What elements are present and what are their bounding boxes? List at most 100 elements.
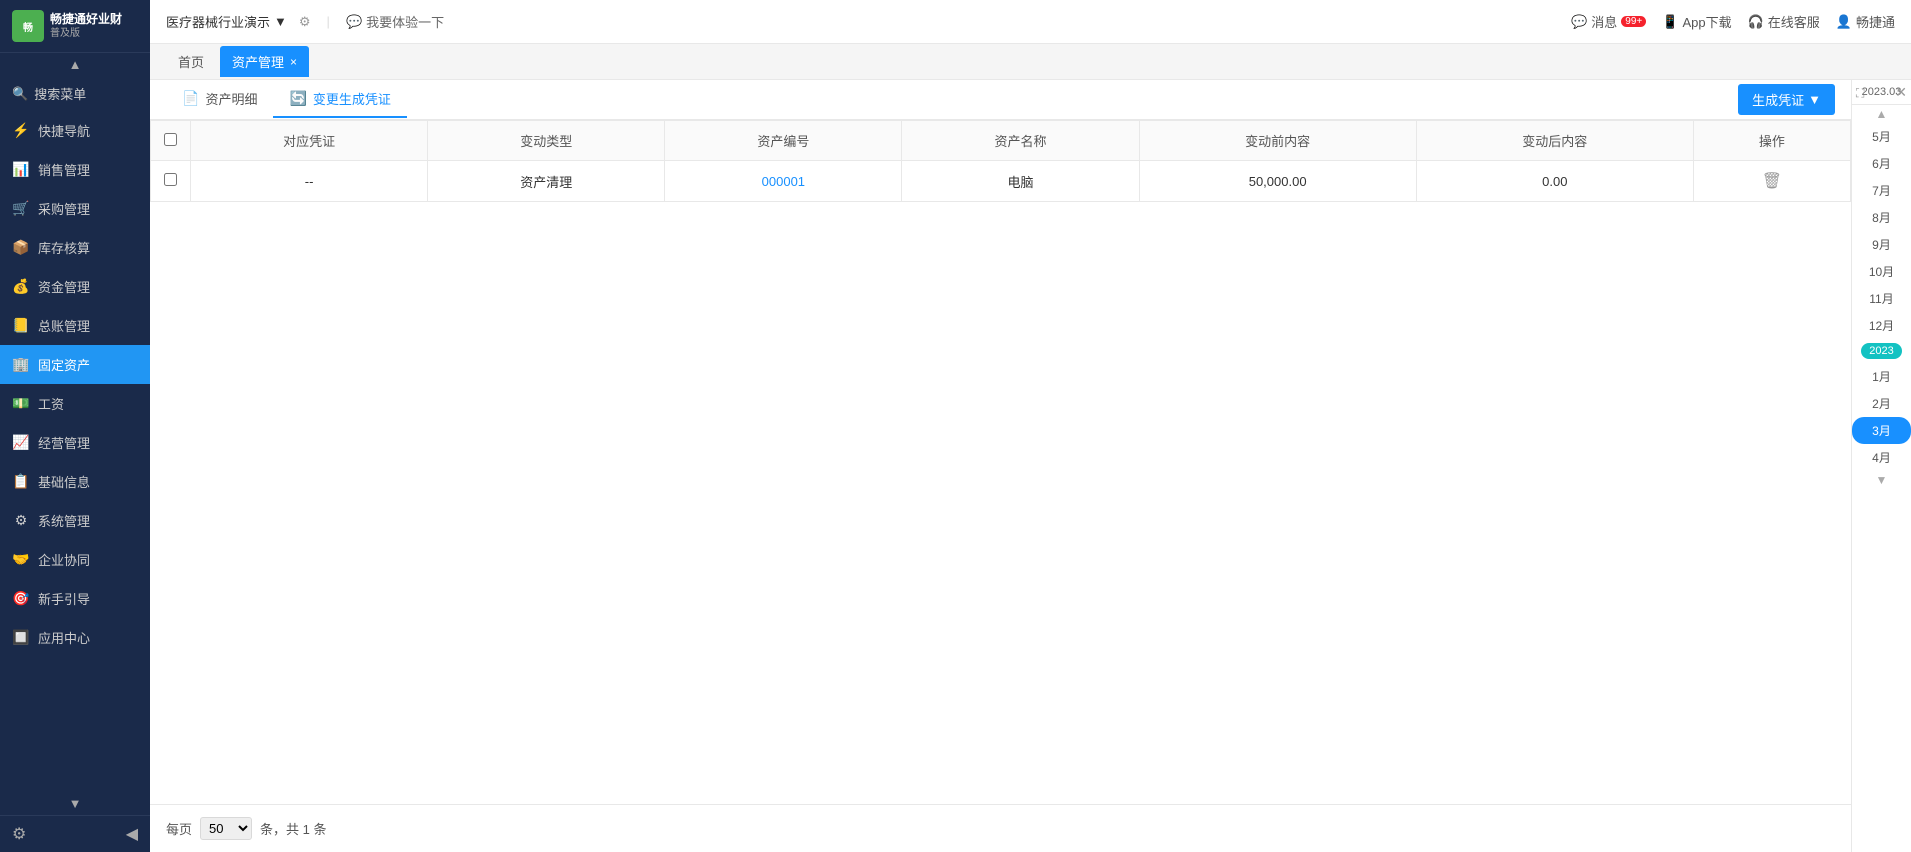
company-name: 医疗器械行业演示 [166, 12, 270, 31]
subtab-generate-voucher-label: 变更生成凭证 [313, 89, 391, 108]
month-5[interactable]: 5月 [1852, 123, 1911, 150]
col-voucher: 对应凭证 [191, 121, 428, 161]
sales-icon: 📊 [12, 161, 30, 179]
table-container: 对应凭证 变动类型 资产编号 资产名称 变动前内容 变动后内容 操作 [150, 120, 1851, 804]
table-header-checkbox [151, 121, 191, 161]
month-8[interactable]: 8月 [1852, 204, 1911, 231]
month-11[interactable]: 11月 [1852, 285, 1911, 312]
sidebar-item-system[interactable]: ⚙ 系统管理 [0, 501, 150, 540]
generate-voucher-icon: 🔄 [289, 90, 306, 107]
ledger-icon: 📒 [12, 317, 30, 335]
month-4[interactable]: 4月 [1852, 444, 1911, 471]
feedback-icon: 💬 [346, 14, 362, 30]
messages-btn[interactable]: 💬 消息 99+ [1571, 12, 1646, 31]
divider: | [327, 14, 330, 29]
quick-nav-icon: ⚡ [12, 122, 30, 140]
select-all-checkbox[interactable] [164, 133, 177, 146]
cell-asset-name: 电脑 [902, 161, 1139, 202]
delete-button[interactable]: 🗑 [1762, 171, 1782, 191]
search-icon: 🔍 [12, 86, 28, 102]
col-action: 操作 [1693, 121, 1850, 161]
user-label: 畅捷通 [1856, 12, 1895, 31]
sidebar-item-label: 应用中心 [38, 628, 90, 647]
asset-detail-icon: 📄 [182, 90, 199, 107]
month-12[interactable]: 12月 [1852, 312, 1911, 339]
sidebar-search[interactable]: 🔍 搜索菜单 [0, 76, 150, 111]
feedback-btn[interactable]: 💬 我要体验一下 [346, 12, 444, 31]
month-6[interactable]: 6月 [1852, 150, 1911, 177]
month-9[interactable]: 9月 [1852, 231, 1911, 258]
per-page-label: 每页 [166, 819, 192, 838]
month-1[interactable]: 1月 [1852, 363, 1911, 390]
fund-icon: 💰 [12, 278, 30, 296]
cell-asset-code: 000001 [665, 161, 902, 202]
dropdown-icon: ▼ [1808, 92, 1821, 107]
main-area: 医疗器械行业演示 ▼ ⚙ | 💬 我要体验一下 💬 消息 99+ 📱 App下载… [150, 0, 1911, 852]
company-selector[interactable]: 医疗器械行业演示 ▼ [166, 12, 287, 31]
tab-asset-management[interactable]: 资产管理 × [220, 46, 309, 77]
sidebar-item-inventory[interactable]: 📦 库存核算 [0, 228, 150, 267]
online-service-btn[interactable]: 🎧 在线客服 [1748, 12, 1820, 31]
table-row: -- 资产清理 000001 电脑 50,000.00 0.00 🗑 [151, 161, 1851, 202]
sidebar-item-fixed-assets[interactable]: 🏢 固定资产 [0, 345, 150, 384]
generate-voucher-button[interactable]: 生成凭证 ▼ [1738, 84, 1835, 115]
month-7[interactable]: 7月 [1852, 177, 1911, 204]
expand-icon[interactable]: ⛶ [1856, 86, 1864, 101]
scroll-up-btn[interactable]: ▲ [1874, 105, 1890, 123]
right-date-panel: ⛶ 2023.03 ✕ ▲ 5月 6月 7月 8月 9月 10月 11月 12月… [1851, 80, 1911, 852]
sidebar-item-label: 企业协同 [38, 550, 90, 569]
messages-label: 消息 [1591, 12, 1617, 31]
col-asset-code: 资产编号 [665, 121, 902, 161]
month-2[interactable]: 2月 [1852, 390, 1911, 417]
row-checkbox[interactable] [164, 173, 177, 186]
app-center-icon: 🔲 [12, 629, 30, 647]
content-area: 📄 资产明细 🔄 变更生成凭证 生成凭证 ▼ [150, 80, 1911, 852]
year-2023[interactable]: 2023 [1861, 343, 1901, 359]
sidebar-item-purchase[interactable]: 🛒 采购管理 [0, 189, 150, 228]
month-3[interactable]: 3月 [1852, 417, 1911, 444]
settings-icon[interactable]: ⚙ [12, 824, 26, 844]
subtab-asset-detail[interactable]: 📄 资产明细 [166, 81, 273, 118]
tab-home[interactable]: 首页 [166, 46, 216, 77]
app-download-btn[interactable]: 📱 App下载 [1662, 12, 1731, 31]
sidebar-item-ledger[interactable]: 📒 总账管理 [0, 306, 150, 345]
messages-badge: 99+ [1621, 16, 1646, 27]
sidebar-item-operations[interactable]: 📈 经营管理 [0, 423, 150, 462]
subtab-generate-voucher[interactable]: 🔄 变更生成凭证 [273, 81, 406, 118]
user-menu[interactable]: 👤 畅捷通 [1836, 12, 1895, 31]
close-icon[interactable]: ✕ [1895, 84, 1907, 101]
per-page-select[interactable]: 50 10 20 100 [200, 817, 252, 840]
sidebar-item-fund[interactable]: 💰 资金管理 [0, 267, 150, 306]
sidebar-item-guide[interactable]: 🎯 新手引导 [0, 579, 150, 618]
subtabs-row: 📄 资产明细 🔄 变更生成凭证 生成凭证 ▼ [150, 80, 1851, 120]
sidebar-item-label: 基础信息 [38, 472, 90, 491]
sidebar-item-salary[interactable]: 💵 工资 [0, 384, 150, 423]
sidebar-item-enterprise[interactable]: 🤝 企业协同 [0, 540, 150, 579]
sidebar-scroll-up[interactable]: ▲ [0, 53, 150, 76]
chevron-down-icon: ▼ [274, 14, 287, 29]
basic-info-icon: 📋 [12, 473, 30, 491]
scroll-down-btn[interactable]: ▼ [1874, 471, 1890, 489]
sidebar: 畅 畅捷通好业财 普及版 ▲ 🔍 搜索菜单 ⚡ 快捷导航 📊 销售管理 🛒 采购… [0, 0, 150, 852]
sidebar-item-label: 快捷导航 [38, 121, 90, 140]
enterprise-icon: 🤝 [12, 551, 30, 569]
online-service-label: 在线客服 [1768, 12, 1820, 31]
tab-close-icon[interactable]: × [290, 55, 297, 69]
sidebar-item-quick-nav[interactable]: ⚡ 快捷导航 [0, 111, 150, 150]
operations-icon: 📈 [12, 434, 30, 452]
sidebar-scroll-down[interactable]: ▼ [0, 792, 150, 815]
cell-action: 🗑 [1693, 161, 1850, 202]
sidebar-item-basic-info[interactable]: 📋 基础信息 [0, 462, 150, 501]
sidebar-item-app-center[interactable]: 🔲 应用中心 [0, 618, 150, 657]
gear-icon[interactable]: ⚙ [299, 14, 311, 30]
cell-before: 50,000.00 [1139, 161, 1416, 202]
fixed-assets-icon: 🏢 [12, 356, 30, 374]
tab-active-label: 资产管理 [232, 52, 284, 71]
subtab-asset-detail-label: 资产明细 [205, 89, 257, 108]
tabbar: 首页 资产管理 × [150, 44, 1911, 80]
sidebar-item-sales[interactable]: 📊 销售管理 [0, 150, 150, 189]
month-10[interactable]: 10月 [1852, 258, 1911, 285]
collapse-icon[interactable]: ◀ [126, 824, 138, 844]
col-after: 变动后内容 [1416, 121, 1693, 161]
sidebar-item-label: 销售管理 [38, 160, 90, 179]
